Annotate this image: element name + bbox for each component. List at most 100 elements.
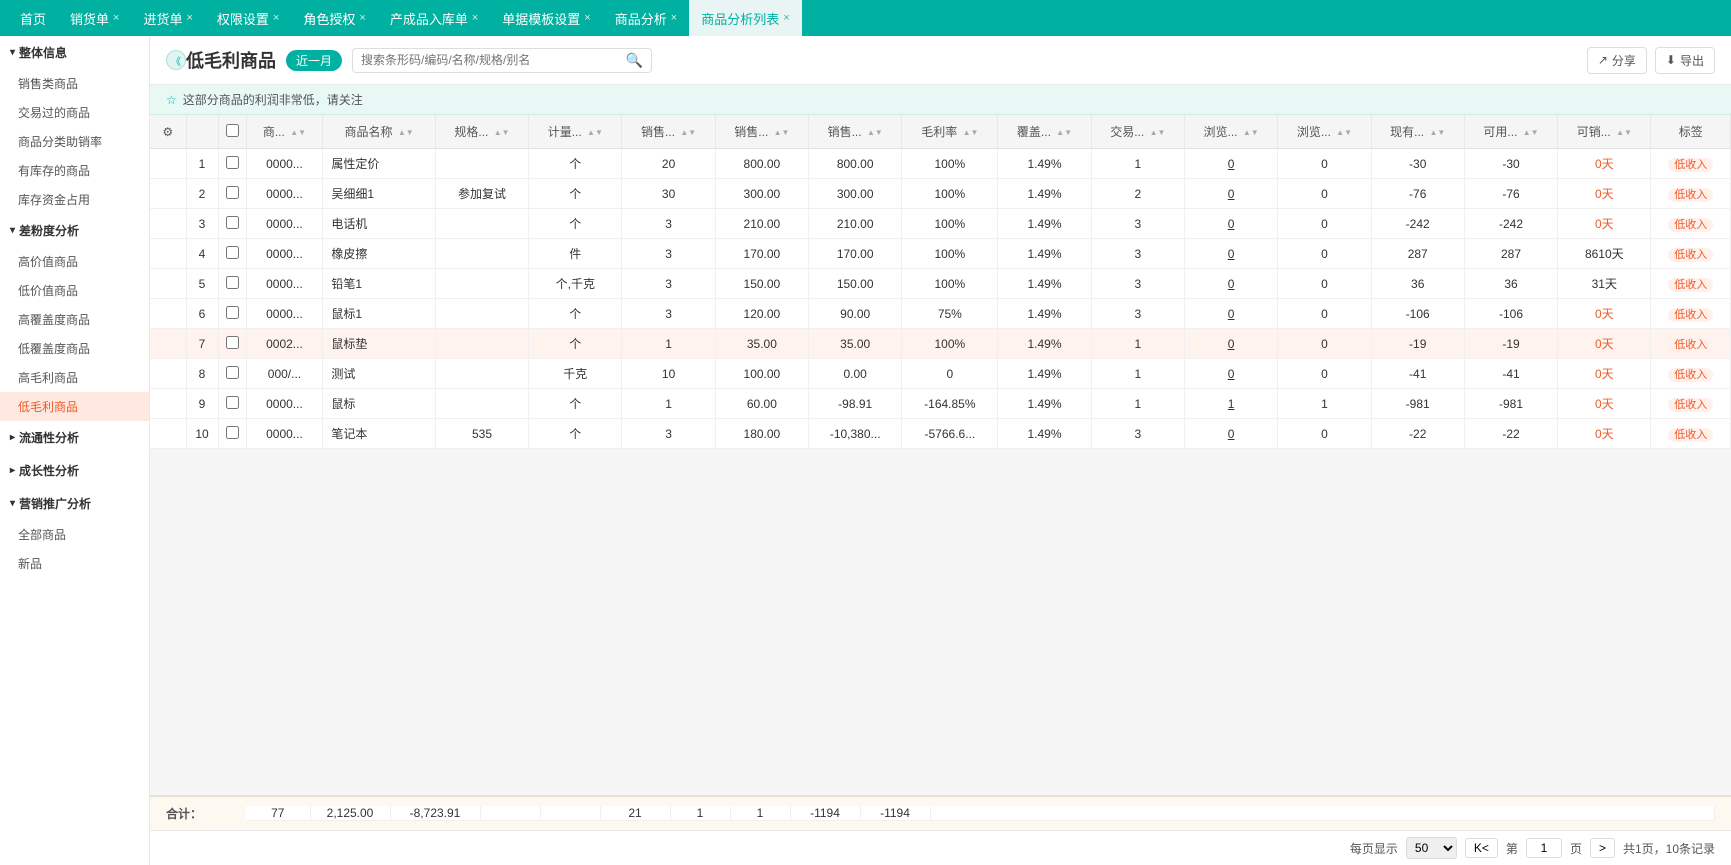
row-name[interactable]: 属性定价: [323, 149, 435, 179]
nav-permission-settings[interactable]: 权限设置 ×: [205, 0, 291, 36]
col-sales-price-header[interactable]: 销售... ▲▼: [715, 115, 808, 149]
row-checkbox[interactable]: [218, 269, 246, 299]
sidebar-group-growth[interactable]: ▸ 成长性分析: [0, 454, 149, 487]
sort-icon[interactable]: ▲▼: [587, 128, 603, 137]
col-views2-header[interactable]: 浏览... ▲▼: [1278, 115, 1371, 149]
nav-home[interactable]: 首页: [8, 0, 58, 36]
row-checkbox[interactable]: [218, 389, 246, 419]
col-sellable-days-header[interactable]: 可销... ▲▼: [1558, 115, 1651, 149]
sort-icon[interactable]: ▲▼: [1616, 128, 1632, 137]
sort-icon[interactable]: ▲▼: [963, 128, 979, 137]
row-select-checkbox[interactable]: [226, 246, 239, 259]
row-name[interactable]: 鼠标1: [323, 299, 435, 329]
search-icon[interactable]: 🔍: [626, 52, 643, 69]
sidebar-group-liquidity[interactable]: ▸ 流通性分析: [0, 421, 149, 454]
col-coverage-header[interactable]: 覆盖... ▲▼: [998, 115, 1091, 149]
next-page-button[interactable]: >: [1590, 838, 1615, 858]
nav-product-analysis[interactable]: 商品分析 ×: [603, 0, 689, 36]
row-select-checkbox[interactable]: [226, 336, 239, 349]
sidebar-item-low-value[interactable]: 低价值商品: [0, 276, 149, 305]
row-checkbox[interactable]: [218, 299, 246, 329]
row-checkbox[interactable]: [218, 359, 246, 389]
sidebar-item-traded-goods[interactable]: 交易过的商品: [0, 98, 149, 127]
col-sales-profit-header[interactable]: 销售... ▲▼: [809, 115, 902, 149]
sort-icon[interactable]: ▲▼: [494, 128, 510, 137]
nav-purchase-order[interactable]: 进货单 ×: [131, 0, 204, 36]
col-transactions-header[interactable]: 交易... ▲▼: [1091, 115, 1184, 149]
col-tag-header[interactable]: 标签: [1651, 115, 1731, 149]
row-select-checkbox[interactable]: [226, 306, 239, 319]
page-size-select[interactable]: 50 100 200: [1406, 837, 1457, 859]
col-gross-margin-header[interactable]: 毛利率 ▲▼: [902, 115, 998, 149]
row-checkbox[interactable]: [218, 419, 246, 449]
share-button[interactable]: ↗ 分享: [1587, 47, 1647, 74]
close-icon[interactable]: ×: [359, 12, 365, 24]
sidebar-item-stock-capital[interactable]: 库存资金占用: [0, 185, 149, 214]
prev-page-button[interactable]: K<: [1465, 838, 1498, 858]
row-select-checkbox[interactable]: [226, 396, 239, 409]
close-icon[interactable]: ×: [273, 12, 279, 24]
time-filter-badge[interactable]: 近一月: [286, 50, 342, 71]
col-settings[interactable]: ⚙: [150, 115, 186, 149]
sidebar-collapse-button[interactable]: 《: [166, 50, 186, 70]
row-name[interactable]: 铅笔1: [323, 269, 435, 299]
sort-icon[interactable]: ▲▼: [1523, 128, 1539, 137]
close-icon[interactable]: ×: [186, 12, 192, 24]
search-input[interactable]: [361, 53, 626, 67]
sort-icon[interactable]: ▲▼: [290, 128, 306, 137]
close-icon[interactable]: ×: [671, 12, 677, 24]
sort-icon[interactable]: ▲▼: [867, 128, 883, 137]
sidebar-item-new-goods[interactable]: 新品: [0, 549, 149, 578]
sidebar-item-high-margin[interactable]: 高毛利商品: [0, 363, 149, 392]
col-unit-header[interactable]: 计量... ▲▼: [529, 115, 622, 149]
col-spec-header[interactable]: 规格... ▲▼: [435, 115, 528, 149]
col-code-header[interactable]: 商... ▲▼: [246, 115, 323, 149]
row-checkbox[interactable]: [218, 179, 246, 209]
row-checkbox[interactable]: [218, 209, 246, 239]
sidebar-group-overall[interactable]: ▾ 整体信息: [0, 36, 149, 69]
close-icon[interactable]: ×: [783, 12, 789, 24]
row-checkbox[interactable]: [218, 149, 246, 179]
sort-icon[interactable]: ▲▼: [1336, 128, 1352, 137]
sidebar-group-marketing[interactable]: ▾ 营销推广分析: [0, 487, 149, 520]
col-sales-qty-header[interactable]: 销售... ▲▼: [622, 115, 715, 149]
sidebar-group-abc-analysis[interactable]: ▾ 差粉度分析: [0, 214, 149, 247]
row-select-checkbox[interactable]: [226, 216, 239, 229]
sidebar-item-sales-goods[interactable]: 销售类商品: [0, 69, 149, 98]
export-button[interactable]: ⬇ 导出: [1655, 47, 1715, 74]
sidebar-item-all-goods[interactable]: 全部商品: [0, 520, 149, 549]
sort-icon[interactable]: ▲▼: [680, 128, 696, 137]
row-select-checkbox[interactable]: [226, 276, 239, 289]
col-available-stock-header[interactable]: 可用... ▲▼: [1464, 115, 1557, 149]
row-name[interactable]: 测试: [323, 359, 435, 389]
sidebar-item-high-coverage[interactable]: 高覆盖度商品: [0, 305, 149, 334]
sidebar-item-low-margin[interactable]: 低毛利商品: [0, 392, 149, 421]
sidebar-item-category-sales-rate[interactable]: 商品分类助销率: [0, 127, 149, 156]
row-name[interactable]: 橡皮擦: [323, 239, 435, 269]
nav-role-auth[interactable]: 角色授权 ×: [291, 0, 377, 36]
page-number-input[interactable]: [1526, 838, 1562, 858]
close-icon[interactable]: ×: [113, 12, 119, 24]
close-icon[interactable]: ×: [584, 12, 590, 24]
row-checkbox[interactable]: [218, 329, 246, 359]
nav-product-entry[interactable]: 产成品入库单 ×: [378, 0, 490, 36]
row-name[interactable]: 电话机: [323, 209, 435, 239]
close-icon[interactable]: ×: [472, 12, 478, 24]
nav-sales-order[interactable]: 销货单 ×: [58, 0, 131, 36]
row-name[interactable]: 吴细细1: [323, 179, 435, 209]
sidebar-item-high-value[interactable]: 高价值商品: [0, 247, 149, 276]
row-select-checkbox[interactable]: [226, 426, 239, 439]
col-checkbox-header[interactable]: [218, 115, 246, 149]
row-name[interactable]: 笔记本: [323, 419, 435, 449]
row-name[interactable]: 鼠标垫: [323, 329, 435, 359]
search-box[interactable]: 🔍: [352, 48, 652, 73]
sort-icon[interactable]: ▲▼: [774, 128, 790, 137]
row-select-checkbox[interactable]: [226, 156, 239, 169]
sidebar-item-stocked-goods[interactable]: 有库存的商品: [0, 156, 149, 185]
select-all-checkbox[interactable]: [226, 124, 239, 137]
sort-icon[interactable]: ▲▼: [1056, 128, 1072, 137]
sort-icon[interactable]: ▲▼: [1429, 128, 1445, 137]
sidebar-item-low-coverage[interactable]: 低覆盖度商品: [0, 334, 149, 363]
sort-icon[interactable]: ▲▼: [398, 128, 414, 137]
sort-icon[interactable]: ▲▼: [1150, 128, 1166, 137]
